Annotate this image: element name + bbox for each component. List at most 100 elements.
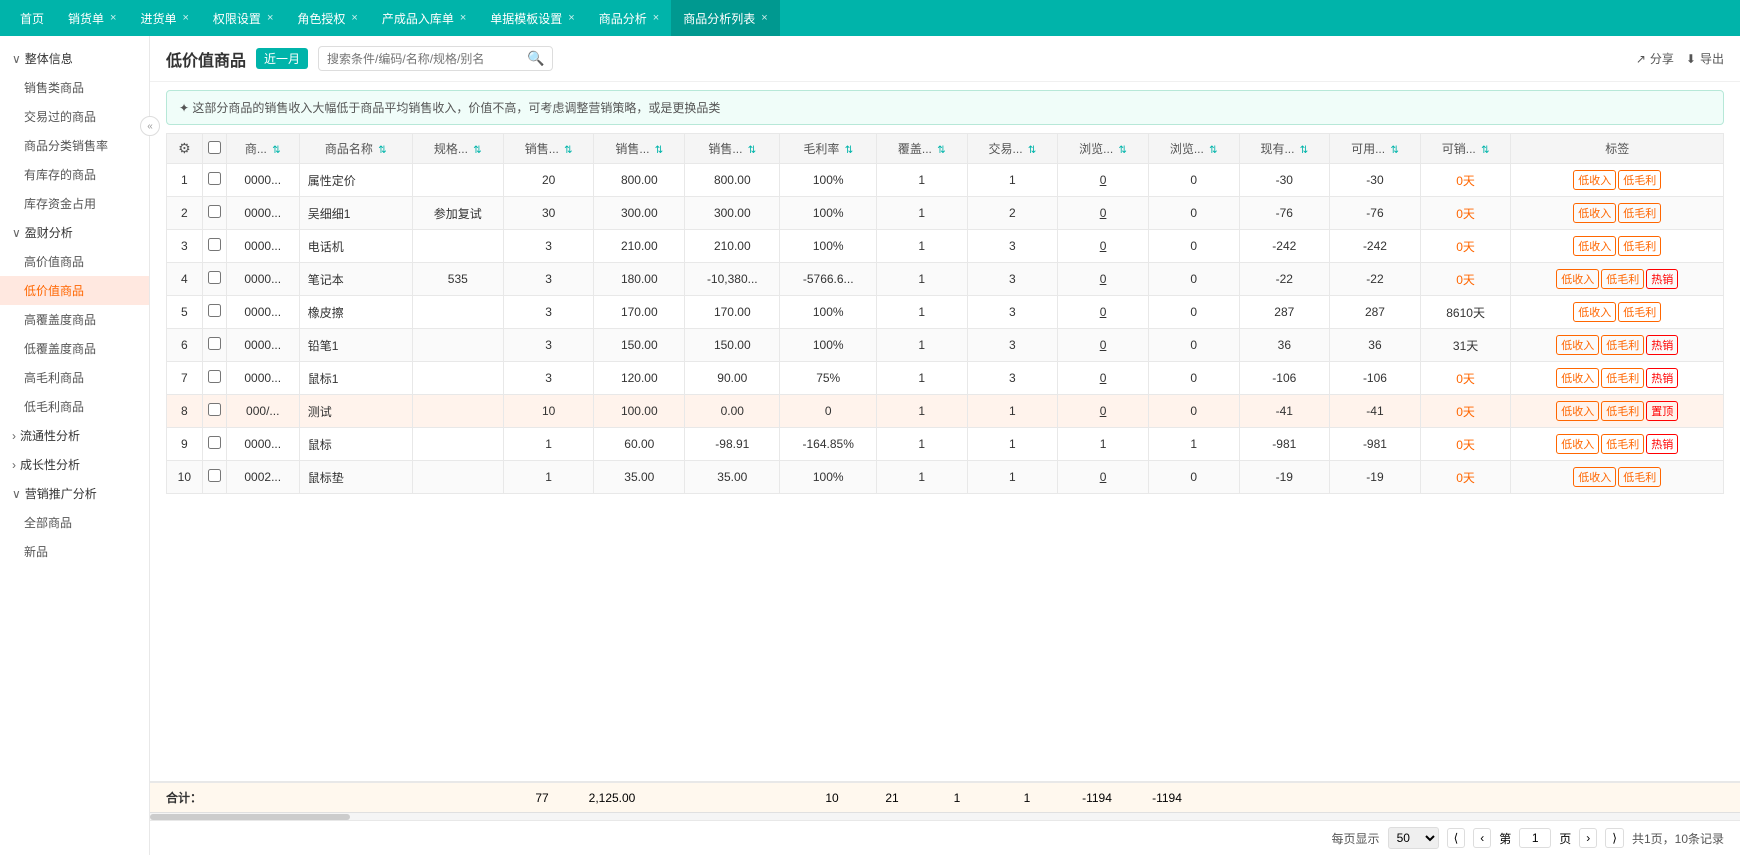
nav-role-auth-close[interactable]: ×	[351, 12, 357, 24]
nav-product-analysis[interactable]: 商品分析 ×	[587, 0, 671, 36]
cell-name[interactable]: 电话机	[299, 230, 412, 263]
cell-checkbox[interactable]	[202, 395, 226, 428]
cell-checkbox[interactable]	[202, 230, 226, 263]
col-current-stock[interactable]: 现有... ⇅	[1239, 134, 1330, 164]
cell-checkbox[interactable]	[202, 362, 226, 395]
nav-home[interactable]: 首页	[8, 0, 56, 36]
cell-checkbox[interactable]	[202, 263, 226, 296]
cell-name[interactable]: 测试	[299, 395, 412, 428]
cell-browse1[interactable]: 0	[1058, 362, 1149, 395]
first-page-btn[interactable]: ⟨	[1447, 828, 1466, 848]
select-all-checkbox[interactable]	[208, 141, 221, 154]
sidebar-item-high-coverage[interactable]: 高覆盖度商品	[0, 305, 149, 334]
row-checkbox[interactable]	[208, 370, 221, 383]
col-gross-margin[interactable]: 毛利率 ⇅	[780, 134, 876, 164]
cell-browse1[interactable]: 0	[1058, 461, 1149, 494]
col-sales-qty[interactable]: 销售... ⇅	[503, 134, 594, 164]
col-browse1[interactable]: 浏览... ⇅	[1058, 134, 1149, 164]
row-checkbox[interactable]	[208, 304, 221, 317]
sidebar-item-high-value[interactable]: 高价值商品	[0, 247, 149, 276]
sidebar-item-new-goods[interactable]: 新品	[0, 537, 149, 566]
browse-link[interactable]: 0	[1100, 305, 1107, 319]
row-checkbox[interactable]	[208, 172, 221, 185]
sidebar-item-traded-goods[interactable]: 交易过的商品	[0, 102, 149, 131]
row-checkbox[interactable]	[208, 403, 221, 416]
nav-template-settings[interactable]: 单据模板设置 ×	[478, 0, 586, 36]
col-available[interactable]: 可用... ⇅	[1330, 134, 1421, 164]
nav-role-auth[interactable]: 角色授权 ×	[285, 0, 369, 36]
search-input[interactable]	[327, 52, 527, 66]
sidebar-item-sales-goods[interactable]: 销售类商品	[0, 73, 149, 102]
sidebar-item-high-margin[interactable]: 高毛利商品	[0, 363, 149, 392]
cell-checkbox[interactable]	[202, 164, 226, 197]
page-number-input[interactable]	[1519, 828, 1551, 848]
cell-browse1[interactable]: 0	[1058, 197, 1149, 230]
col-browse2[interactable]: 浏览... ⇅	[1148, 134, 1239, 164]
sidebar-item-low-value[interactable]: 低价值商品	[0, 276, 149, 305]
row-checkbox[interactable]	[208, 238, 221, 251]
cell-name[interactable]: 笔记本	[299, 263, 412, 296]
sidebar-item-stock-capital[interactable]: 库存资金占用	[0, 189, 149, 218]
nav-product-analysis-list-close[interactable]: ×	[761, 12, 767, 24]
export-button[interactable]: ⬇ 导出	[1686, 50, 1724, 67]
browse-link[interactable]: 0	[1100, 239, 1107, 253]
row-checkbox[interactable]	[208, 436, 221, 449]
cell-browse1[interactable]: 0	[1058, 329, 1149, 362]
nav-permission-close[interactable]: ×	[267, 12, 273, 24]
nav-template-settings-close[interactable]: ×	[568, 12, 574, 24]
row-checkbox[interactable]	[208, 271, 221, 284]
nav-sales-order-close[interactable]: ×	[110, 12, 116, 24]
cell-browse1[interactable]: 0	[1058, 164, 1149, 197]
next-page-btn[interactable]: ›	[1579, 828, 1597, 848]
cell-checkbox[interactable]	[202, 197, 226, 230]
nav-permission[interactable]: 权限设置 ×	[201, 0, 285, 36]
cell-name[interactable]: 吴细细1	[299, 197, 412, 230]
nav-product-analysis-list[interactable]: 商品分析列表 ×	[671, 0, 779, 36]
sidebar-group-growth[interactable]: › 成长性分析	[0, 450, 149, 479]
search-box[interactable]: 🔍	[318, 46, 553, 71]
sidebar-item-stock-goods[interactable]: 有库存的商品	[0, 160, 149, 189]
nav-sales-order[interactable]: 销货单 ×	[56, 0, 128, 36]
page-size-select[interactable]: 50 100 200	[1388, 827, 1439, 849]
col-settings[interactable]: ⚙	[167, 134, 203, 164]
browse-link[interactable]: 0	[1100, 470, 1107, 484]
nav-product-inbound-close[interactable]: ×	[460, 12, 466, 24]
prev-page-btn[interactable]: ‹	[1473, 828, 1491, 848]
nav-purchase-order[interactable]: 进货单 ×	[128, 0, 200, 36]
browse-link[interactable]: 0	[1100, 272, 1107, 286]
col-spec[interactable]: 规格... ⇅	[412, 134, 503, 164]
row-checkbox[interactable]	[208, 337, 221, 350]
nav-product-inbound[interactable]: 产成品入库单 ×	[370, 0, 478, 36]
row-checkbox[interactable]	[208, 469, 221, 482]
sidebar-item-low-margin[interactable]: 低毛利商品	[0, 392, 149, 421]
col-sales-amt1[interactable]: 销售... ⇅	[594, 134, 685, 164]
cell-checkbox[interactable]	[202, 461, 226, 494]
cell-name[interactable]: 橡皮擦	[299, 296, 412, 329]
nav-product-analysis-close[interactable]: ×	[653, 12, 659, 24]
cell-name[interactable]: 鼠标1	[299, 362, 412, 395]
cell-browse1[interactable]: 1	[1058, 428, 1149, 461]
cell-name[interactable]: 属性定价	[299, 164, 412, 197]
horizontal-scrollbar[interactable]	[150, 812, 1740, 820]
cell-browse1[interactable]: 0	[1058, 395, 1149, 428]
cell-name[interactable]: 鼠标垫	[299, 461, 412, 494]
col-code[interactable]: 商... ⇅	[226, 134, 299, 164]
col-transaction[interactable]: 交易... ⇅	[967, 134, 1058, 164]
cell-browse1[interactable]: 0	[1058, 263, 1149, 296]
sidebar-group-overall[interactable]: ∨ 整体信息	[0, 44, 149, 73]
col-sales-amt2[interactable]: 销售... ⇅	[685, 134, 780, 164]
browse-link[interactable]: 0	[1100, 404, 1107, 418]
cell-name[interactable]: 鼠标	[299, 428, 412, 461]
browse-link[interactable]: 0	[1100, 206, 1107, 220]
filter-tag-recent-month[interactable]: 近一月	[256, 48, 308, 69]
col-name[interactable]: 商品名称 ⇅	[299, 134, 412, 164]
nav-purchase-order-close[interactable]: ×	[182, 12, 188, 24]
browse-link[interactable]: 0	[1100, 338, 1107, 352]
row-checkbox[interactable]	[208, 205, 221, 218]
browse-link[interactable]: 0	[1100, 371, 1107, 385]
share-button[interactable]: ↗ 分享	[1636, 50, 1674, 67]
browse-link[interactable]: 0	[1100, 173, 1107, 187]
cell-browse1[interactable]: 0	[1058, 230, 1149, 263]
cell-checkbox[interactable]	[202, 329, 226, 362]
sidebar-item-category-sales-rate[interactable]: 商品分类销售率	[0, 131, 149, 160]
